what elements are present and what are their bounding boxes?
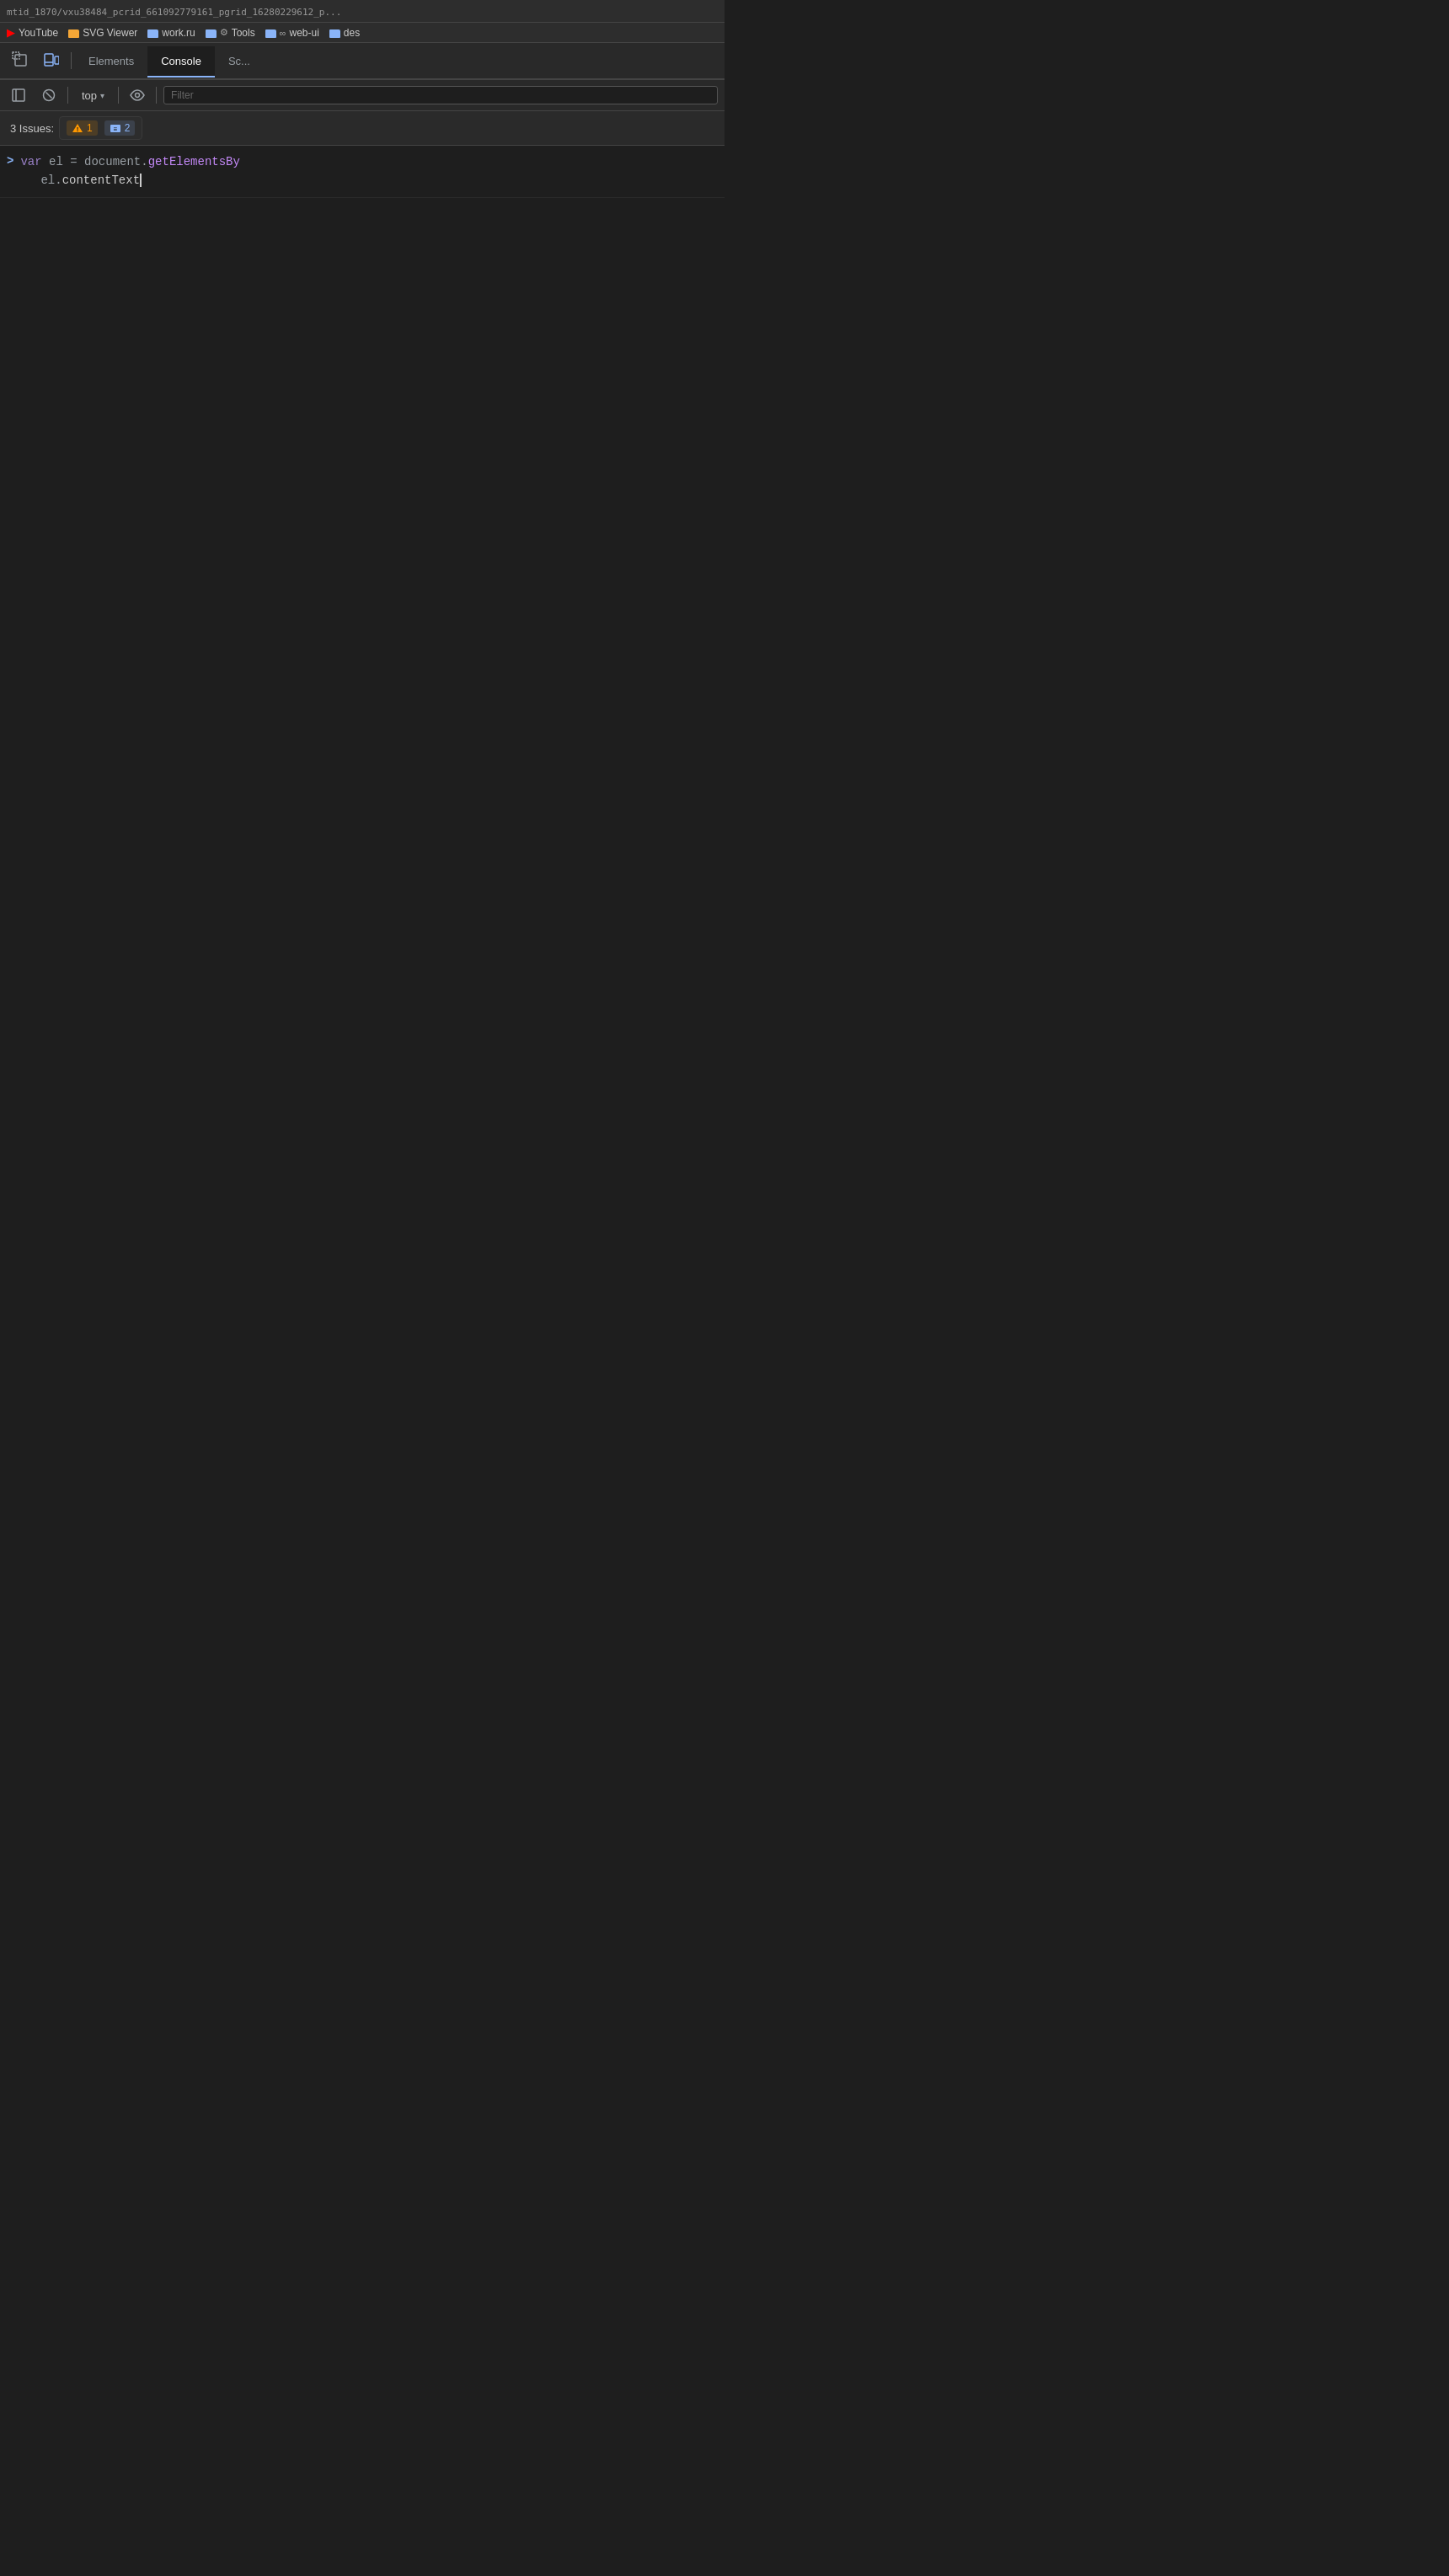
warning-badge[interactable]: ! 1 xyxy=(67,120,98,136)
info-badge[interactable]: ≡ 2 xyxy=(104,120,136,136)
youtube-icon: ▶ xyxy=(7,26,15,39)
dot-separator-2: . xyxy=(55,174,61,187)
console-toolbar: top ▾ xyxy=(0,80,724,111)
device-toolbar-icon[interactable] xyxy=(35,43,67,78)
console-code-block: var el = document.getElementsBy el.conte… xyxy=(20,152,239,190)
svg-text:≡: ≡ xyxy=(113,126,117,133)
console-line-2: el.contentText xyxy=(20,171,239,190)
folder-icon-3 xyxy=(206,29,217,38)
console-content[interactable]: > var el = document.getElementsBy el.con… xyxy=(0,146,724,820)
toolbar-separator-1 xyxy=(67,87,68,104)
svg-rect-3 xyxy=(55,56,59,64)
title-bar: mtid_1870/vxu38484_pcrid_661092779161_pg… xyxy=(0,0,724,23)
info-icon: ≡ xyxy=(110,123,121,133)
dot-separator: . xyxy=(141,155,147,168)
clear-console-button[interactable] xyxy=(37,83,61,107)
infinity-icon: ∞ xyxy=(280,28,286,38)
show-sidebar-button[interactable] xyxy=(7,83,30,107)
folder-icon-4 xyxy=(265,29,276,38)
svg-rect-5 xyxy=(13,89,24,101)
method-getelements: getElementsBy xyxy=(148,155,240,168)
devtools-tab-strip: Elements Console Sc... xyxy=(0,43,724,80)
bookmark-web-ui-label: web-ui xyxy=(290,27,319,39)
bookmark-youtube[interactable]: ▶ YouTube xyxy=(7,26,58,39)
bookmark-web-ui[interactable]: ∞ web-ui xyxy=(265,27,319,39)
bookmark-svg-viewer[interactable]: SVG Viewer xyxy=(68,27,137,39)
svg-text:!: ! xyxy=(77,126,79,133)
tab-console[interactable]: Console xyxy=(147,46,215,76)
title-bar-text: mtid_1870/vxu38484_pcrid_661092779161_pg… xyxy=(0,5,348,19)
folder-icon-2 xyxy=(147,29,158,38)
dropdown-arrow-icon: ▾ xyxy=(100,91,104,100)
tab-sources[interactable]: Sc... xyxy=(215,46,264,76)
svg-rect-1 xyxy=(15,55,26,66)
object-document: document xyxy=(84,155,141,168)
live-expressions-button[interactable] xyxy=(126,83,149,107)
issues-label: 3 Issues: xyxy=(10,122,54,135)
issues-bar[interactable]: 3 Issues: ! 1 ≡ 2 xyxy=(0,111,724,146)
console-prompt: > xyxy=(7,154,13,168)
bookmark-youtube-label: YouTube xyxy=(19,27,58,39)
svg-rect-0 xyxy=(13,52,19,59)
context-selector[interactable]: top ▾ xyxy=(75,86,111,105)
console-input-line[interactable]: > var el = document.getElementsBy el.con… xyxy=(0,146,724,198)
tab-elements[interactable]: Elements xyxy=(75,46,147,76)
filter-input[interactable] xyxy=(163,86,718,104)
bookmark-des-label: des xyxy=(344,27,360,39)
method-contenttext: contentText xyxy=(62,174,142,187)
keyword-var: var xyxy=(20,155,49,168)
operator-eq: = xyxy=(63,155,84,168)
folder-icon-5 xyxy=(329,29,340,38)
bookmark-tools[interactable]: ⚙ Tools xyxy=(206,27,255,39)
folder-icon xyxy=(68,29,79,38)
svg-line-8 xyxy=(45,92,51,98)
toolbar-separator-3 xyxy=(156,87,157,104)
context-label: top xyxy=(82,89,97,102)
warning-icon: ! xyxy=(72,123,83,133)
svg-point-9 xyxy=(136,94,140,98)
bookmarks-bar: ▶ YouTube SVG Viewer work.ru ⚙ Tools ∞ w… xyxy=(0,23,724,43)
warning-count: 1 xyxy=(87,122,93,134)
console-line-1: var el = document.getElementsBy xyxy=(20,152,239,171)
toolbar-separator-2 xyxy=(118,87,119,104)
bookmark-des[interactable]: des xyxy=(329,27,360,39)
bookmark-work-ru-label: work.ru xyxy=(162,27,195,39)
info-count: 2 xyxy=(125,122,131,134)
issues-count-box[interactable]: ! 1 ≡ 2 xyxy=(59,116,142,140)
gear-icon: ⚙ xyxy=(220,27,228,38)
inspect-element-icon[interactable] xyxy=(3,43,35,78)
tab-separator-1 xyxy=(71,52,72,69)
bookmark-tools-label: Tools xyxy=(232,27,255,39)
bookmark-work-ru[interactable]: work.ru xyxy=(147,27,195,39)
svg-rect-2 xyxy=(45,54,53,66)
identifier-el: el xyxy=(49,155,63,168)
filter-input-container xyxy=(163,86,718,104)
bookmark-svg-viewer-label: SVG Viewer xyxy=(83,27,137,39)
identifier-el-2: el xyxy=(40,174,55,187)
